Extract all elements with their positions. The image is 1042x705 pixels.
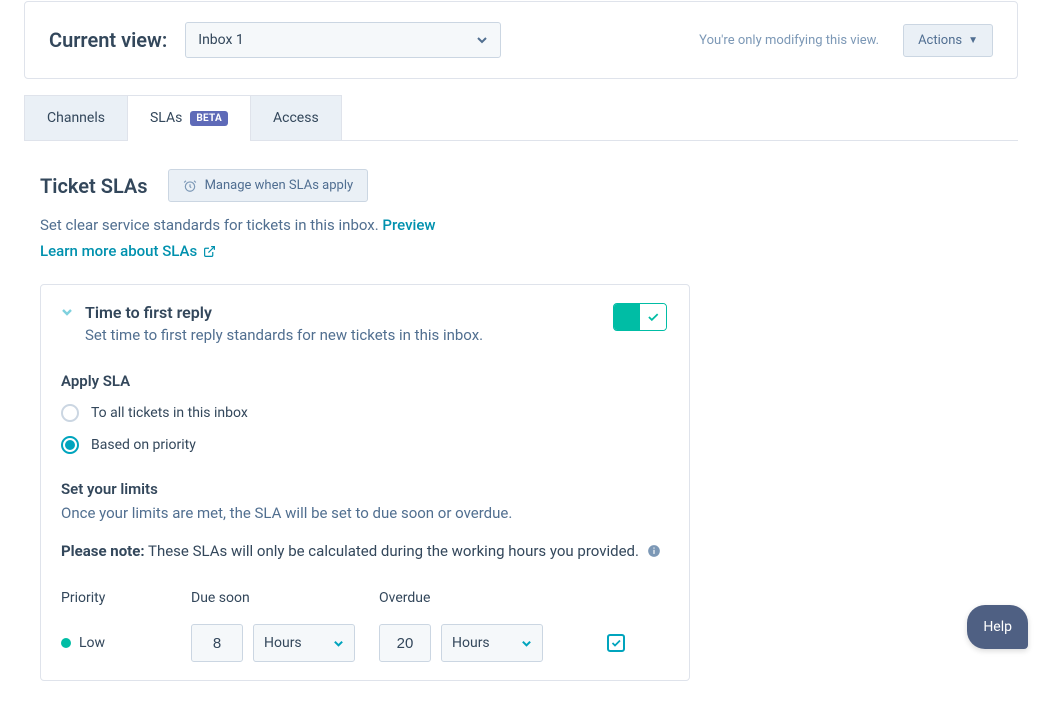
limits-title: Set your limits <box>61 480 667 498</box>
toggle-check-icon <box>640 304 666 330</box>
tab-channels[interactable]: Channels <box>24 95 128 140</box>
limits-table-header: Priority Due soon Overdue <box>61 590 667 606</box>
toggle-on-segment <box>614 304 640 330</box>
tab-access-label: Access <box>273 110 319 126</box>
manage-slas-label: Manage when SLAs apply <box>205 178 354 193</box>
collapse-icon[interactable] <box>61 306 73 318</box>
radio-all-tickets[interactable]: To all tickets in this inbox <box>61 404 667 422</box>
chevron-down-icon <box>476 34 488 46</box>
radio-icon <box>61 404 79 422</box>
overdue-unit-select[interactable]: Hours <box>441 624 543 662</box>
external-link-icon <box>203 245 216 258</box>
please-note-label: Please note: <box>61 542 145 560</box>
col-due-soon-header: Due soon <box>191 590 379 606</box>
caret-down-icon: ▼ <box>968 35 978 46</box>
chevron-down-icon <box>333 638 344 649</box>
slas-section: Ticket SLAs Manage when SLAs apply Set c… <box>24 141 1018 681</box>
chevron-down-icon <box>521 638 532 649</box>
section-desc-text: Set clear service standards for tickets … <box>40 216 379 234</box>
time-to-first-reply-card: Time to first reply Set time to first re… <box>40 284 690 681</box>
due-soon-input[interactable] <box>191 624 243 662</box>
info-icon[interactable] <box>647 544 661 558</box>
please-note-text: These SLAs will only be calculated durin… <box>148 542 639 560</box>
card-subtitle: Set time to first reply standards for ne… <box>85 326 483 344</box>
sla-toggle[interactable] <box>613 303 667 331</box>
learn-more-link[interactable]: Learn more about SLAs <box>40 242 216 260</box>
help-label: Help <box>983 619 1012 635</box>
priority-dot-icon <box>61 638 71 648</box>
radio-icon-selected <box>61 436 79 454</box>
row-checkbox[interactable] <box>607 634 625 652</box>
tab-slas-label: SLAs <box>150 110 182 126</box>
tab-access[interactable]: Access <box>250 95 342 140</box>
view-selector-panel: Current view: Inbox 1 You're only modify… <box>24 1 1018 79</box>
radio-based-on-priority[interactable]: Based on priority <box>61 436 667 454</box>
help-button[interactable]: Help <box>967 605 1028 649</box>
limits-desc: Once your limits are met, the SLA will b… <box>61 504 667 522</box>
radio-priority-label: Based on priority <box>91 437 196 453</box>
radio-all-label: To all tickets in this inbox <box>91 405 248 421</box>
actions-label: Actions <box>918 33 962 48</box>
manage-slas-button[interactable]: Manage when SLAs apply <box>168 169 369 202</box>
modify-note: You're only modifying this view. <box>699 33 879 48</box>
col-priority-header: Priority <box>61 590 191 606</box>
col-overdue-header: Overdue <box>379 590 567 606</box>
due-soon-unit-value: Hours <box>264 635 302 651</box>
table-row: Low Hours <box>61 612 667 662</box>
overdue-unit-value: Hours <box>452 635 490 651</box>
overdue-input[interactable] <box>379 624 431 662</box>
tabs: Channels SLAs BETA Access <box>24 95 1018 141</box>
current-view-value: Inbox 1 <box>198 32 244 48</box>
please-note: Please note: These SLAs will only be cal… <box>61 542 667 560</box>
priority-label: Low <box>79 635 105 651</box>
section-desc: Set clear service standards for tickets … <box>40 216 1002 234</box>
apply-sla-title: Apply SLA <box>61 372 667 390</box>
tab-slas[interactable]: SLAs BETA <box>127 95 251 140</box>
preview-link[interactable]: Preview <box>382 216 435 234</box>
current-view-label: Current view: <box>49 28 167 52</box>
card-title: Time to first reply <box>85 303 483 322</box>
learn-more-label: Learn more about SLAs <box>40 242 197 260</box>
current-view-select[interactable]: Inbox 1 <box>185 22 501 58</box>
clock-icon <box>183 179 197 193</box>
beta-badge: BETA <box>190 111 228 126</box>
due-soon-unit-select[interactable]: Hours <box>253 624 355 662</box>
section-title: Ticket SLAs <box>40 174 148 198</box>
tab-channels-label: Channels <box>47 110 105 126</box>
actions-button[interactable]: Actions ▼ <box>903 24 993 57</box>
